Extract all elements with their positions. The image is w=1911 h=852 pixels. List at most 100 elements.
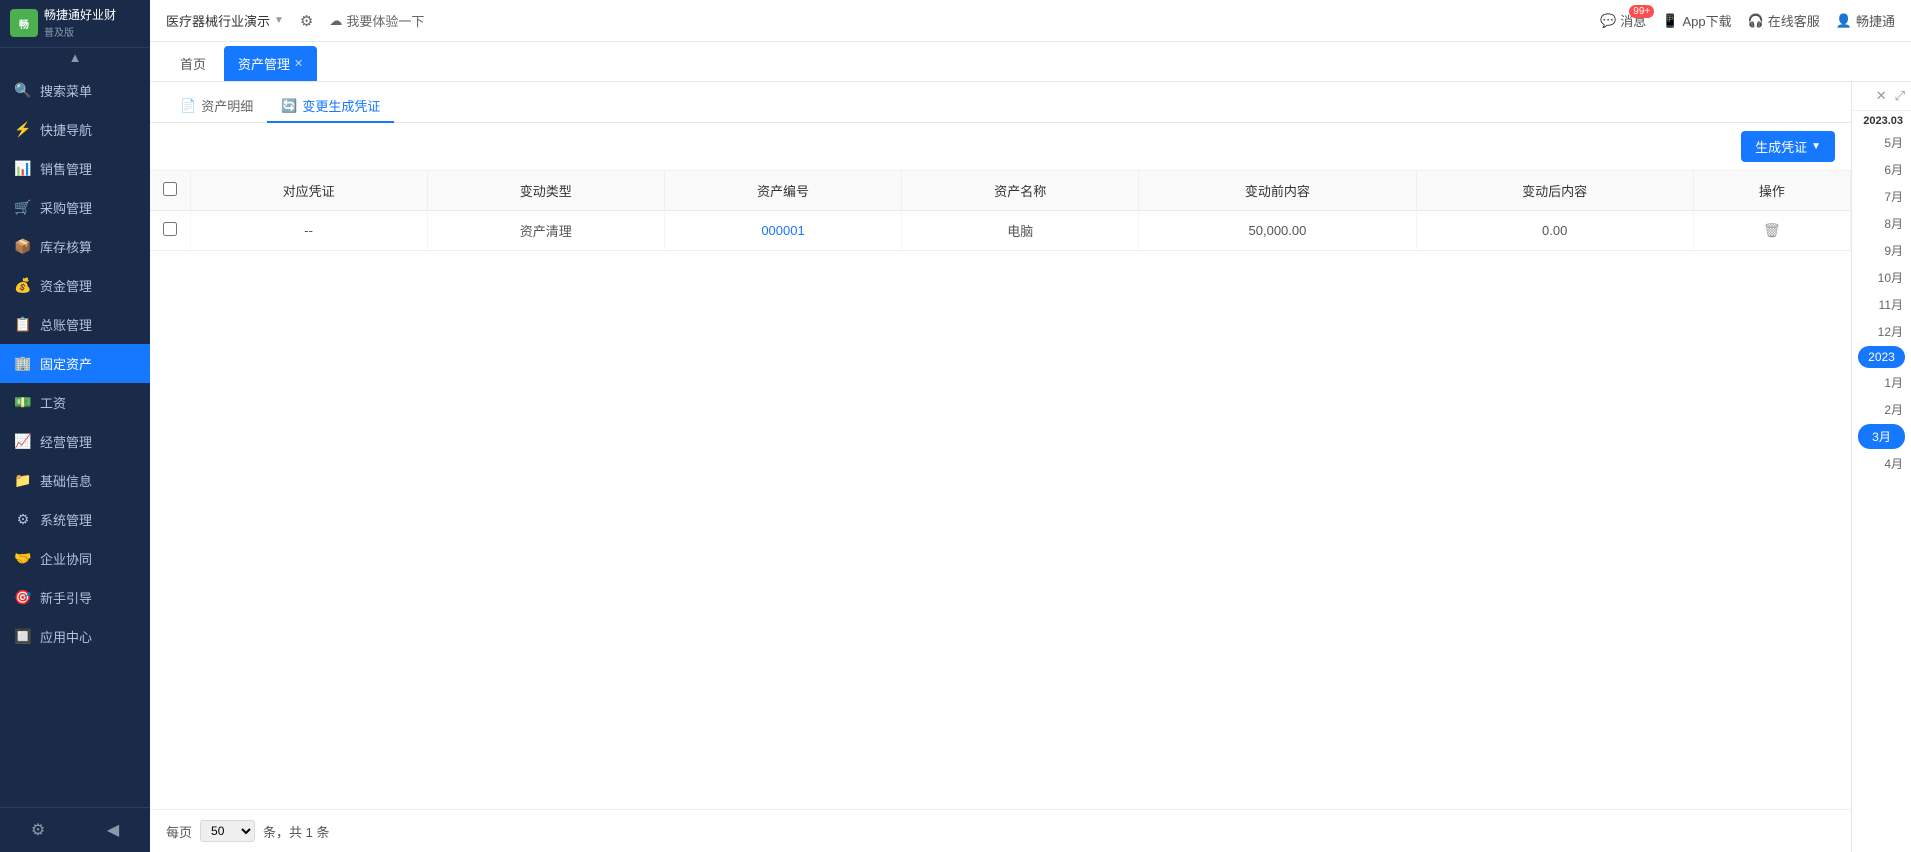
sidebar-menu: 🔍搜索菜单⚡快捷导航 📊 销售管理 🛒采购管理📦库存核算💰资金管理📋总账管理 🏢 固定资产… [0, 67, 150, 807]
timeline-month[interactable]: 8月 [1852, 210, 1911, 237]
row-operation: 🗑 [1693, 211, 1850, 251]
col-voucher: 对应凭证 [190, 171, 427, 211]
sidebar-label-sales: 销售管理 [40, 159, 92, 178]
sidebar-item-basicinfo[interactable]: 📁基础信息 [0, 461, 150, 500]
home-tab-label: 首页 [180, 54, 206, 73]
row-asset-code[interactable]: 000001 [664, 211, 901, 251]
timeline-month[interactable]: 2月 [1852, 396, 1911, 423]
timeline-expand-icon[interactable]: ⤢ [1893, 88, 1907, 104]
timeline-month[interactable]: 3月 [1858, 424, 1905, 449]
user-icon: 👤 [1836, 13, 1852, 29]
sidebar-item-inventory[interactable]: 📦库存核算 [0, 227, 150, 266]
col-before-change: 变动前内容 [1139, 171, 1416, 211]
sidebar-item-salary[interactable]: 💵 工资 [0, 383, 150, 422]
timeline-content: 2023.035月6月7月8月9月10月11月12月20231月2月3月4月 [1852, 111, 1911, 477]
message-icon: 💬 [1600, 13, 1616, 29]
tab-home[interactable]: 首页 [166, 46, 220, 81]
experience-button[interactable]: ☁ 我要体验一下 [329, 11, 424, 30]
timeline-header: ✕ ⤢ [1852, 82, 1911, 111]
row-checkbox-cell [150, 211, 190, 251]
per-page-select[interactable]: 102050100 [200, 820, 255, 842]
sidebar-item-purchase[interactable]: 🛒采购管理 [0, 188, 150, 227]
timeline-month[interactable]: 4月 [1852, 450, 1911, 477]
sidebar-item-system[interactable]: ⚙系统管理 [0, 500, 150, 539]
sidebar-label-guide: 新手引导 [40, 588, 92, 607]
messages-button[interactable]: 💬 消息 99+ [1600, 11, 1646, 30]
table-row: -- 资产清理 000001 电脑 50,000.00 0.00 🗑 [150, 211, 1851, 251]
funds-icon: 💰 [14, 277, 32, 294]
settings-icon[interactable]: ⚙ [23, 816, 53, 844]
asset-table: 对应凭证 变动类型 资产编号 资产名称 变动前内容 变动后内容 操作 -- 资产… [150, 171, 1851, 251]
tab-asset-management[interactable]: 资产管理 ✕ [224, 46, 317, 81]
user-menu[interactable]: 👤 畅捷通 [1836, 11, 1895, 30]
settings-gear-icon[interactable]: ⚙ [296, 8, 317, 34]
row-asset-name: 电脑 [902, 211, 1139, 251]
sidebar-item-quicknav[interactable]: ⚡快捷导航 [0, 110, 150, 149]
app-download-button[interactable]: 📱 App下载 [1662, 11, 1731, 30]
per-page-label: 每页 [166, 822, 192, 841]
timeline-month[interactable]: 6月 [1852, 156, 1911, 183]
timeline-month[interactable]: 1月 [1852, 369, 1911, 396]
row-before-change: 50,000.00 [1139, 211, 1416, 251]
timeline-month[interactable]: 12月 [1852, 318, 1911, 345]
col-after-change: 变动后内容 [1416, 171, 1693, 211]
change-voucher-icon: 🔄 [281, 98, 297, 114]
sidebar-label-enterprise: 企业协同 [40, 549, 92, 568]
fixedassets-icon: 🏢 [14, 355, 32, 372]
col-asset-code: 资产编号 [664, 171, 901, 211]
tab-asset-label: 资产管理 [238, 54, 290, 73]
main-content: 医疗器械行业演示 ▼ ⚙ ☁ 我要体验一下 💬 消息 99+ 📱 App下载 🎧… [150, 0, 1911, 852]
logo-icon: 畅 [10, 9, 38, 37]
delete-button[interactable]: 🗑 [1763, 222, 1781, 239]
sidebar-item-enterprise[interactable]: 🤝企业协同 [0, 539, 150, 578]
appcenter-icon: 🔲 [14, 628, 32, 645]
sidebar-label-salary: 工资 [40, 393, 66, 412]
phone-icon: 📱 [1662, 13, 1678, 29]
timeline-month[interactable]: 11月 [1852, 291, 1911, 318]
tab-change-voucher[interactable]: 🔄 变更生成凭证 [267, 90, 394, 123]
sidebar-item-funds[interactable]: 💰资金管理 [0, 266, 150, 305]
headset-icon: 🎧 [1748, 13, 1764, 29]
sidebar-label-ledger: 总账管理 [40, 315, 92, 334]
collapse-icon[interactable]: ◀ [99, 816, 127, 844]
online-service-button[interactable]: 🎧 在线客服 [1748, 11, 1820, 30]
salary-icon: 💵 [14, 394, 32, 411]
row-checkbox[interactable] [163, 222, 177, 236]
timeline-panel: ✕ ⤢ 2023.035月6月7月8月9月10月11月12月20231月2月3月… [1851, 82, 1911, 852]
timeline-month[interactable]: 5月 [1852, 129, 1911, 156]
search-icon: 🔍 [14, 82, 32, 99]
sidebar-item-appcenter[interactable]: 🔲 应用中心 [0, 617, 150, 656]
purchase-icon: 🛒 [14, 199, 32, 216]
sidebar-item-ledger[interactable]: 📋总账管理 [0, 305, 150, 344]
timeline-close-icon[interactable]: ✕ [1874, 88, 1889, 104]
timeline-year-badge[interactable]: 2023 [1858, 346, 1905, 368]
company-selector[interactable]: 医疗器械行业演示 ▼ [166, 11, 284, 30]
inner-tabs: 📄 资产明细 🔄 变更生成凭证 [150, 82, 1851, 123]
timeline-month[interactable]: 9月 [1852, 237, 1911, 264]
inventory-icon: 📦 [14, 238, 32, 255]
sales-icon: 📊 [14, 160, 32, 177]
guide-icon: 🎯 [14, 589, 32, 606]
select-all-checkbox[interactable] [163, 182, 177, 196]
sidebar-item-guide[interactable]: 🎯 新手引导 [0, 578, 150, 617]
topbar-right: 💬 消息 99+ 📱 App下载 🎧 在线客服 👤 畅捷通 [1600, 11, 1895, 30]
tab-asset-detail[interactable]: 📄 资产明细 [166, 90, 267, 123]
sidebar-item-fixedassets[interactable]: 🏢 固定资产 [0, 344, 150, 383]
table-header-row: 对应凭证 变动类型 资产编号 资产名称 变动前内容 变动后内容 操作 [150, 171, 1851, 211]
sidebar-item-search[interactable]: 🔍搜索菜单 [0, 71, 150, 110]
generate-voucher-label: 生成凭证 [1755, 137, 1807, 156]
timeline-month[interactable]: 7月 [1852, 183, 1911, 210]
company-name: 医疗器械行业演示 [166, 11, 270, 30]
sidebar-item-operations[interactable]: 📈经营管理 [0, 422, 150, 461]
sidebar-label-appcenter: 应用中心 [40, 627, 92, 646]
sidebar-scroll-up[interactable]: ▲ [0, 48, 150, 67]
nav-tabs: 首页 资产管理 ✕ [150, 42, 1911, 82]
sidebar-label-quicknav: 快捷导航 [40, 120, 92, 139]
sidebar-label-fixedassets: 固定资产 [40, 354, 92, 373]
sidebar-label-system: 系统管理 [40, 510, 92, 529]
generate-voucher-button[interactable]: 生成凭证 ▼ [1741, 131, 1835, 162]
tab-close-icon[interactable]: ✕ [294, 57, 303, 70]
sidebar-item-sales[interactable]: 📊 销售管理 [0, 149, 150, 188]
sidebar: 畅 畅捷通好业财 普及版 ▲ 🔍搜索菜单⚡快捷导航📊销售管理🛒采购管理📦库存核算… [0, 0, 150, 852]
timeline-month[interactable]: 10月 [1852, 264, 1911, 291]
